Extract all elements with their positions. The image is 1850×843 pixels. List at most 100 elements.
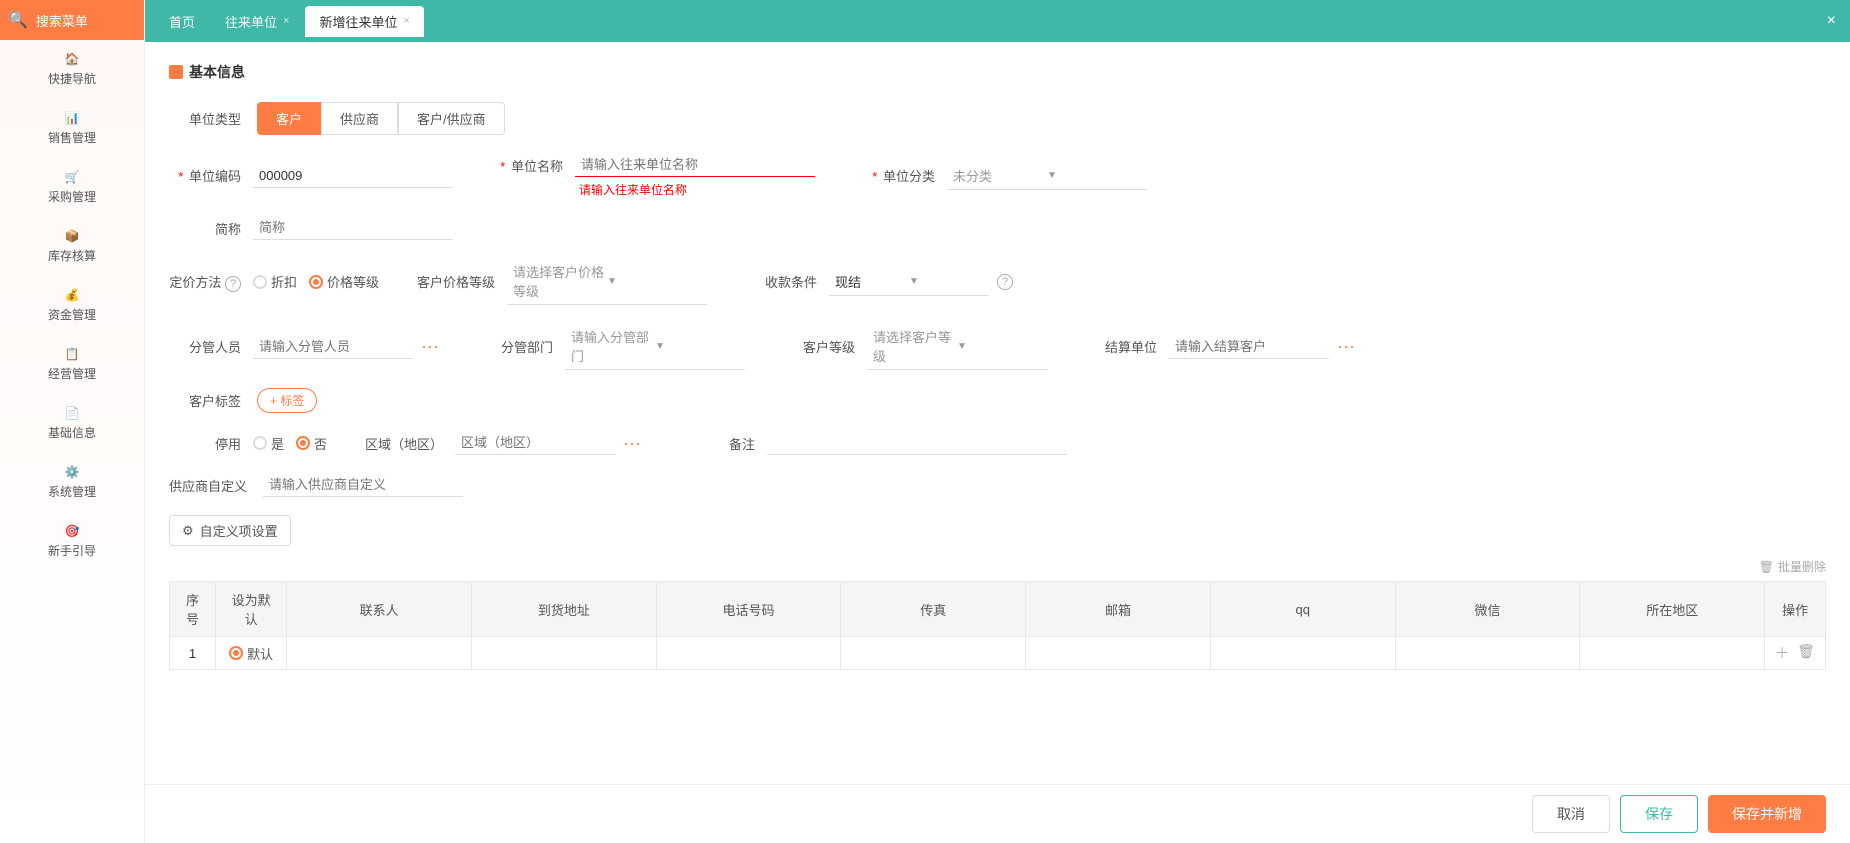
dept-arrow: ▼: [655, 341, 739, 352]
disabled-yes[interactable]: 是: [253, 434, 284, 453]
col-phone: 电话号码: [656, 582, 841, 637]
disabled-radio-group: 是 否: [253, 434, 327, 453]
tab-partners-label: 往来单位: [225, 12, 277, 31]
customer-tag-label: 客户标签: [169, 391, 249, 410]
area-input[interactable]: [1590, 646, 1754, 661]
row-ops: ＋ 🗑: [1765, 637, 1826, 670]
supplier-custom-input[interactable]: [263, 473, 463, 497]
row-qq: [1210, 637, 1395, 670]
unit-type-customer[interactable]: 客户: [257, 102, 321, 135]
form-content: 基本信息 单位类型 客户 供应商 客户/供应商 * 单位编码: [145, 42, 1850, 784]
level-radio: [309, 275, 323, 289]
pricing-method-col: 定价方法 ? 折扣 价格等级: [169, 272, 379, 292]
sidebar-item-purchase[interactable]: 🛒 采购管理: [0, 158, 144, 217]
sidebar-item-operations[interactable]: 📋 经营管理: [0, 335, 144, 394]
col-qq: qq: [1210, 582, 1395, 637]
sidebar-item-quick-nav[interactable]: 🏠 快捷导航: [0, 40, 144, 99]
payment-help-icon[interactable]: ?: [997, 274, 1013, 290]
region-label: 区域（地区）: [365, 434, 451, 453]
delete-row-icon[interactable]: 🗑: [1797, 643, 1815, 663]
row-area: [1580, 637, 1765, 670]
customer-price-arrow: ▼: [607, 276, 701, 287]
manager-input[interactable]: [253, 335, 413, 359]
gear-icon: ⚙: [182, 523, 194, 539]
col-area: 所在地区: [1580, 582, 1765, 637]
home-icon: 🏠: [65, 52, 80, 66]
pricing-level[interactable]: 价格等级: [309, 272, 379, 291]
cancel-button[interactable]: 取消: [1532, 795, 1610, 833]
settlement-more-btn[interactable]: ···: [1333, 336, 1359, 357]
unit-type-both[interactable]: 客户/供应商: [398, 102, 505, 135]
pricing-radio-group: 折扣 价格等级: [253, 272, 379, 291]
unit-code-col: * 单位编码: [169, 164, 453, 188]
col-default: 设为默认: [215, 582, 286, 637]
settlement-input[interactable]: [1169, 335, 1329, 359]
short-name-input[interactable]: [253, 216, 453, 240]
unit-name-input[interactable]: [575, 153, 815, 177]
disabled-label: 停用: [169, 434, 249, 453]
unit-type-group: 客户 供应商 客户/供应商: [257, 102, 505, 135]
unit-category-select[interactable]: 未分类 ▼: [947, 162, 1147, 190]
row-default-radio[interactable]: 默认: [229, 644, 273, 663]
row-wechat: [1395, 637, 1580, 670]
tab-home[interactable]: 首页: [155, 6, 209, 37]
search-menu-item[interactable]: 🔍 搜索菜单: [0, 0, 144, 40]
batch-delete-label: 批量删除: [1778, 558, 1826, 575]
remark-label: 备注: [683, 434, 763, 453]
sidebar-item-sales[interactable]: 📊 销售管理: [0, 99, 144, 158]
region-more-btn[interactable]: ···: [619, 433, 645, 454]
customer-level-select[interactable]: 请选择客户等级 ▼: [867, 323, 1047, 370]
custom-settings-btn[interactable]: ⚙ 自定义项设置: [169, 515, 291, 546]
system-icon: ⚙️: [65, 465, 80, 479]
row-contact: [287, 637, 472, 670]
short-name-label: 简称: [169, 219, 249, 238]
finance-icon: 💰: [65, 288, 80, 302]
sidebar-item-basic[interactable]: 📄 基础信息: [0, 394, 144, 453]
email-input[interactable]: [1036, 646, 1200, 661]
department-label: 分管部门: [481, 337, 561, 356]
department-select[interactable]: 请输入分管部门 ▼: [565, 323, 745, 370]
unit-code-label: * 单位编码: [169, 166, 249, 185]
qq-input[interactable]: [1221, 646, 1385, 661]
batch-delete-area[interactable]: 🗑 批量删除: [169, 558, 1826, 575]
sidebar: 🔍 搜索菜单 🏠 快捷导航 📊 销售管理 🛒 采购管理 📦 库存核算 💰 资金管…: [0, 0, 145, 843]
region-col: 区域（地区） ···: [365, 431, 645, 455]
unit-code-row: * 单位编码 * 单位名称 请输入往来单位名称: [169, 153, 1826, 198]
remark-input[interactable]: [767, 431, 1067, 455]
save-button[interactable]: 保存: [1620, 795, 1698, 833]
unit-code-input[interactable]: [253, 164, 453, 188]
action-bar: 取消 保存 保存并新增: [145, 784, 1850, 843]
tab-home-label: 首页: [169, 12, 195, 31]
unit-type-supplier[interactable]: 供应商: [321, 102, 398, 135]
close-all-tabs[interactable]: ×: [1823, 8, 1840, 34]
add-tag-btn[interactable]: + 标签: [257, 388, 317, 413]
wechat-input[interactable]: [1406, 646, 1570, 661]
payment-terms-select[interactable]: 现结 ▼: [829, 268, 989, 296]
disabled-no[interactable]: 否: [296, 434, 327, 453]
tab-partners-close[interactable]: ×: [283, 15, 289, 27]
manager-more-btn[interactable]: ···: [417, 336, 443, 357]
pricing-discount[interactable]: 折扣: [253, 272, 297, 291]
sidebar-item-system[interactable]: ⚙️ 系统管理: [0, 453, 144, 512]
contact-input[interactable]: [297, 646, 461, 661]
guide-icon: 🎯: [65, 524, 80, 538]
customer-price-select[interactable]: 请选择客户价格等级 ▼: [507, 258, 707, 305]
pricing-help-icon[interactable]: ?: [225, 276, 241, 292]
col-no: 序号: [170, 582, 216, 637]
sidebar-item-guide[interactable]: 🎯 新手引导: [0, 512, 144, 571]
region-input[interactable]: [455, 431, 615, 455]
address-input[interactable]: [482, 646, 646, 661]
add-row-icon[interactable]: ＋: [1775, 643, 1789, 663]
fax-input[interactable]: [851, 646, 1015, 661]
sidebar-item-finance[interactable]: 💰 资金管理: [0, 276, 144, 335]
save-new-button[interactable]: 保存并新增: [1708, 795, 1826, 833]
table-row: 1 默认: [170, 637, 1826, 670]
customer-level-label: 客户等级: [783, 337, 863, 356]
tab-new-partner-close[interactable]: ×: [403, 15, 409, 27]
tab-partners[interactable]: 往来单位 ×: [211, 6, 303, 37]
category-dropdown-icon: ▼: [1047, 170, 1141, 181]
row-address: [471, 637, 656, 670]
tab-new-partner[interactable]: 新增往来单位 ×: [305, 6, 423, 37]
phone-input[interactable]: [667, 646, 831, 661]
sidebar-item-inventory[interactable]: 📦 库存核算: [0, 217, 144, 276]
